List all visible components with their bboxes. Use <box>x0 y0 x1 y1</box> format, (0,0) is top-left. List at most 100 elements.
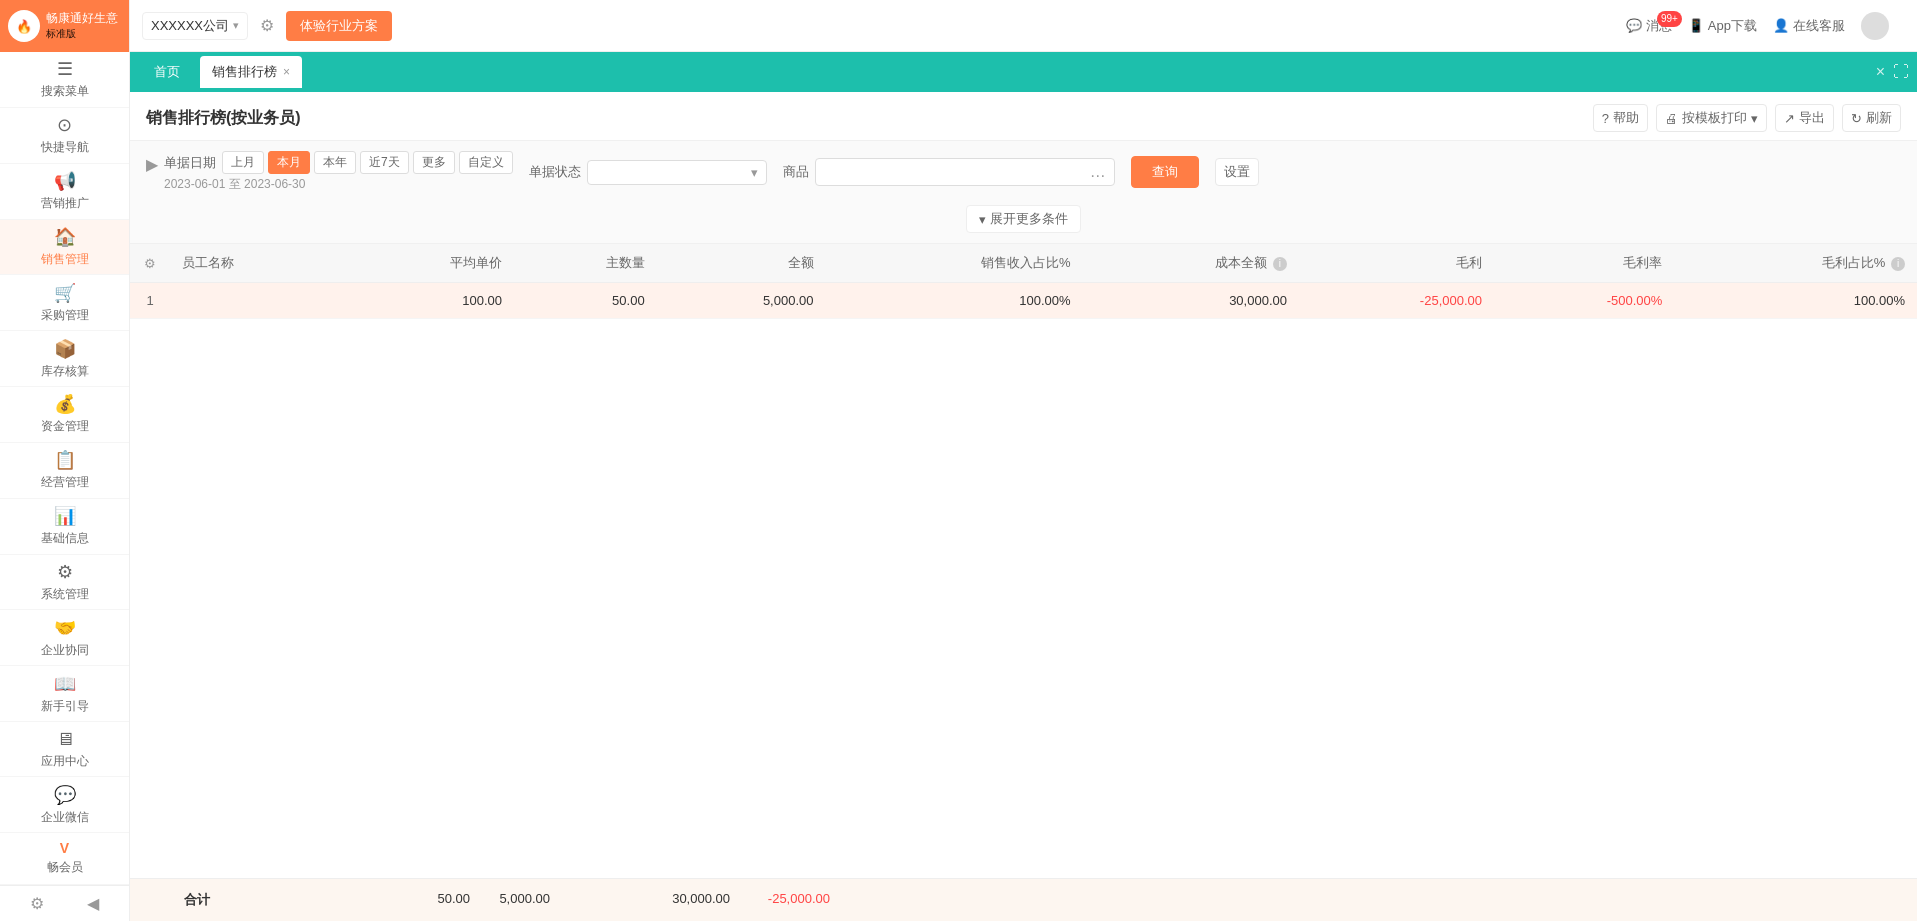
footer-gross: -25,000.00 <box>742 889 842 911</box>
tab-expand-icon[interactable]: ⛶ <box>1893 63 1909 81</box>
base-icon: 📊 <box>54 505 76 527</box>
operations-icon: 📋 <box>54 449 76 471</box>
table-footer: 合计 50.00 5,000.00 30,000.00 -25,000.00 <box>130 878 1917 921</box>
col-header-gross-pct: 毛利占比% i <box>1674 244 1917 283</box>
query-btn[interactable]: 查询 <box>1131 156 1199 188</box>
sidebar-settings-btn[interactable]: ⚙ <box>30 894 44 913</box>
tab-window-close-icon[interactable]: × <box>1876 63 1885 81</box>
sidebar-collapse-btn[interactable]: ◀ <box>87 894 99 913</box>
message-icon: 💬 <box>1626 18 1642 33</box>
footer-gross-pct <box>922 889 1002 911</box>
gross-pct-info-icon[interactable]: i <box>1891 257 1905 271</box>
sidebar-item-inventory[interactable]: 📦 库存核算 <box>0 331 129 387</box>
col-settings: ⚙ <box>130 244 170 283</box>
goods-select[interactable]: … <box>815 158 1115 186</box>
sidebar-item-marketing[interactable]: 📢 营销推广 <box>0 164 129 220</box>
col-header-gross: 毛利 <box>1299 244 1494 283</box>
message-btn[interactable]: 💬 消息 99+ <box>1626 17 1672 35</box>
print-icon: 🖨 <box>1665 111 1678 126</box>
cell-rank: 1 <box>130 283 170 319</box>
online-service-btn[interactable]: 👤 在线客服 <box>1773 17 1845 35</box>
print-chevron-icon: ▾ <box>1751 111 1758 126</box>
content-area: 销售排行榜(按业务员) ? 帮助 🖨 按模板打印 ▾ ↗ 导出 ↻ 刷新 <box>130 92 1917 921</box>
settings-btn2[interactable]: 设置 <box>1215 158 1259 186</box>
message-badge: 99+ <box>1657 11 1682 27</box>
date-btn-last-month[interactable]: 上月 <box>222 151 264 174</box>
cell-qty: 50.00 <box>514 283 657 319</box>
date-btn-this-year[interactable]: 本年 <box>314 151 356 174</box>
footer-label: 合计 <box>172 889 312 911</box>
home-tab-label: 首页 <box>154 63 180 81</box>
sidebar-item-search[interactable]: ☰ 搜索菜单 <box>0 52 129 108</box>
table-row: 1 100.00 50.00 5,000.00 100.00% 30,000.0… <box>130 283 1917 319</box>
trial-btn[interactable]: 体验行业方案 <box>286 11 392 41</box>
sidebar-item-system[interactable]: ⚙ 系统管理 <box>0 555 129 611</box>
refresh-btn[interactable]: ↻ 刷新 <box>1842 104 1901 132</box>
sidebar-item-finance[interactable]: 💰 资金管理 <box>0 387 129 443</box>
cell-avg-price: 100.00 <box>342 283 514 319</box>
main-area: XXXXXX公司 ▾ ⚙ 体验行业方案 💬 消息 99+ 📱 App下载 👤 在… <box>130 0 1917 921</box>
tab-home[interactable]: 首页 <box>138 52 196 92</box>
col-settings-icon[interactable]: ⚙ <box>144 256 156 271</box>
export-btn[interactable]: ↗ 导出 <box>1775 104 1834 132</box>
status-chevron-icon: ▾ <box>751 165 758 180</box>
tab-sales-ranking[interactable]: 销售排行榜 × <box>200 56 302 88</box>
chevron-down-icon: ▾ <box>979 212 986 227</box>
footer-cost: 30,000.00 <box>642 889 742 911</box>
sidebar-item-guide[interactable]: 📖 新手引导 <box>0 666 129 722</box>
cell-cost: 30,000.00 <box>1083 283 1299 319</box>
sidebar-item-collab[interactable]: 🤝 企业协同 <box>0 610 129 666</box>
marketing-icon: 📢 <box>54 170 76 192</box>
sidebar-item-wechat[interactable]: 💬 企业微信 <box>0 777 129 833</box>
collab-icon: 🤝 <box>54 617 76 639</box>
help-btn[interactable]: ? 帮助 <box>1593 104 1648 132</box>
tab-close-icon[interactable]: × <box>283 65 290 79</box>
ranking-table: ⚙ 员工名称 平均单价 主数量 全额 销售收入占比% 成本全额 i 毛利 毛利率 <box>130 244 1917 319</box>
page-header: 销售排行榜(按业务员) ? 帮助 🖨 按模板打印 ▾ ↗ 导出 ↻ 刷新 <box>130 92 1917 141</box>
sidebar-item-apps[interactable]: 🖥 应用中心 <box>0 722 129 777</box>
col-header-cost: 成本全额 i <box>1083 244 1299 283</box>
filter-expand-arrow[interactable]: ▶ <box>146 155 158 174</box>
print-btn[interactable]: 🖨 按模板打印 ▾ <box>1656 104 1767 132</box>
expand-more-conditions-btn[interactable]: ▾ 展开更多条件 <box>966 205 1081 233</box>
cell-gross-rate: -500.00% <box>1494 283 1674 319</box>
sidebar-item-member[interactable]: V 畅会员 <box>0 833 129 885</box>
refresh-icon: ↻ <box>1851 111 1862 126</box>
topbar-right: 💬 消息 99+ 📱 App下载 👤 在线客服 <box>1626 12 1905 40</box>
goods-label: 商品 <box>783 163 809 181</box>
date-btn-more[interactable]: 更多 <box>413 151 455 174</box>
purchase-icon: 🛒 <box>54 282 76 304</box>
app-download-btn[interactable]: 📱 App下载 <box>1688 17 1757 35</box>
settings-icon[interactable]: ⚙ <box>256 12 278 39</box>
footer-avg-price <box>312 889 392 911</box>
sidebar-item-operations[interactable]: 📋 经营管理 <box>0 443 129 499</box>
goods-more-icon[interactable]: … <box>1090 163 1106 181</box>
date-label: 单据日期 <box>164 154 216 172</box>
cell-name <box>170 283 342 319</box>
cell-gross: -25,000.00 <box>1299 283 1494 319</box>
footer-sales-pct <box>562 889 642 911</box>
status-filter: 单据状态 ▾ <box>529 160 767 185</box>
sidebar-item-quick-nav[interactable]: ⊙ 快捷导航 <box>0 108 129 164</box>
page-title: 销售排行榜(按业务员) <box>146 108 301 129</box>
sidebar-item-sales[interactable]: 🏠 销售管理 <box>0 220 129 276</box>
col-header-qty: 主数量 <box>514 244 657 283</box>
footer-amount: 5,000.00 <box>482 889 562 911</box>
avatar[interactable] <box>1861 12 1889 40</box>
goods-filter: 商品 … <box>783 158 1115 186</box>
sidebar-bottom: ⚙ ◀ <box>0 885 129 921</box>
sidebar-item-purchase[interactable]: 🛒 采购管理 <box>0 275 129 331</box>
date-btn-7days[interactable]: 近7天 <box>360 151 409 174</box>
guide-icon: 📖 <box>54 673 76 695</box>
cell-amount: 5,000.00 <box>657 283 826 319</box>
company-selector[interactable]: XXXXXX公司 ▾ <box>142 12 248 40</box>
status-select[interactable]: ▾ <box>587 160 767 185</box>
page-actions: ? 帮助 🖨 按模板打印 ▾ ↗ 导出 ↻ 刷新 <box>1593 104 1901 132</box>
col-header-sales-pct: 销售收入占比% <box>826 244 1083 283</box>
date-btn-custom[interactable]: 自定义 <box>459 151 513 174</box>
cost-info-icon[interactable]: i <box>1273 257 1287 271</box>
sidebar-item-base[interactable]: 📊 基础信息 <box>0 499 129 555</box>
date-btn-this-month[interactable]: 本月 <box>268 151 310 174</box>
date-filter: ▶ 单据日期 上月 本月 本年 近7天 更多 自定义 <box>146 151 513 193</box>
logo-sub: 标准版 <box>46 27 118 41</box>
